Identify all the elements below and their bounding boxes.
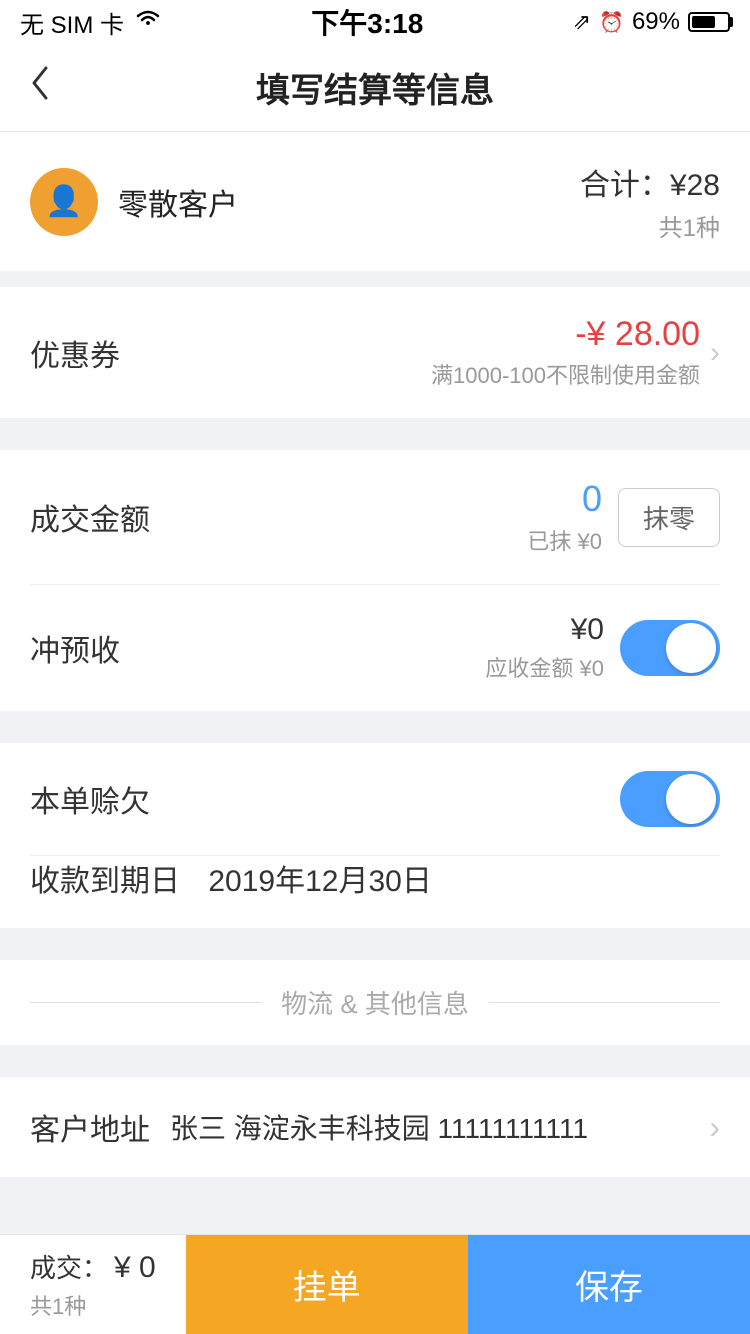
coupon-amount: -¥ 28.00 <box>431 315 700 354</box>
prepay-row: 冲预收 ¥0 应收金额 ¥0 <box>30 585 720 711</box>
debt-toggle[interactable] <box>620 771 720 827</box>
status-left: 无 SIM 卡 <box>20 5 162 40</box>
address-section: 客户地址 张三 海淀永丰科技园 11111111111 › <box>0 1077 750 1177</box>
customer-section: 👤 零散客户 合计：¥28 共1种 <box>0 132 750 271</box>
bottom-count: 共1种 <box>30 1289 156 1321</box>
battery-percentage: 69% <box>632 8 680 36</box>
prepay-toggle[interactable] <box>620 620 720 676</box>
amount-value[interactable]: 0 <box>582 478 602 520</box>
customer-count: 共1种 <box>580 208 720 243</box>
back-button[interactable] <box>30 66 50 109</box>
toggle-thumb <box>666 623 716 673</box>
wifi-icon <box>134 8 162 36</box>
debt-section: 本单赊欠 收款到期日 2019年12月30日 <box>0 743 750 928</box>
coupon-row[interactable]: 优惠券 -¥ 28.00 满1000-100不限制使用金额 › <box>0 287 750 418</box>
nav-bar: 填写结算等信息 <box>0 44 750 132</box>
customer-name: 零散客户 <box>118 180 238 224</box>
section-gap-4 <box>0 1061 750 1077</box>
customer-total: 合计：¥28 <box>580 160 720 204</box>
coupon-label: 优惠券 <box>30 331 120 375</box>
status-bar: 无 SIM 卡 下午3:18 ⇗ ⏰ 69% <box>0 0 750 44</box>
logistics-section: 物流 & 其他信息 <box>0 960 750 1045</box>
avatar: 👤 <box>30 168 98 236</box>
section-gap-1 <box>0 434 750 450</box>
address-chevron-icon: › <box>709 1109 720 1146</box>
prepay-label: 冲预收 <box>30 626 120 670</box>
section-gap-2 <box>0 727 750 743</box>
chevron-right-icon: › <box>710 336 720 370</box>
debt-row: 本单赊欠 <box>0 743 750 855</box>
avatar-icon: 👤 <box>45 184 82 219</box>
save-button[interactable]: 保存 <box>468 1235 750 1334</box>
amount-label: 成交金额 <box>30 495 150 539</box>
status-right: ⇗ ⏰ 69% <box>573 8 730 36</box>
transaction-amount-row: 成交金额 0 已抹 ¥0 抹零 <box>30 450 720 585</box>
deal-amount: ¥ 0 <box>114 1251 156 1285</box>
customer-row: 👤 零散客户 合计：¥28 共1种 <box>0 132 750 271</box>
battery-icon <box>688 12 730 32</box>
due-date-row: 收款到期日 2019年12月30日 <box>0 856 750 928</box>
alarm-icon: ⏰ <box>599 10 624 35</box>
bottom-buttons: 挂单 保存 <box>186 1235 750 1334</box>
page-title: 填写结算等信息 <box>256 63 494 112</box>
prepay-amount: ¥0 <box>571 613 604 647</box>
carrier-text: 无 SIM 卡 <box>20 5 124 40</box>
location-icon: ⇗ <box>573 9 591 35</box>
status-time: 下午3:18 <box>311 2 423 42</box>
prepay-receivable: 应收金额 ¥0 <box>485 651 604 683</box>
section-gap-3 <box>0 944 750 960</box>
hold-button[interactable]: 挂单 <box>186 1235 468 1334</box>
due-date-value: 2019年12月30日 <box>208 865 431 898</box>
bottom-info: 成交： ¥ 0 共1种 <box>0 1248 186 1321</box>
debt-label: 本单赊欠 <box>30 777 150 821</box>
deal-label: 成交： <box>30 1248 108 1285</box>
rounded-text: 已抹 ¥0 <box>527 524 602 556</box>
address-row[interactable]: 客户地址 张三 海淀永丰科技园 11111111111 › <box>0 1077 750 1177</box>
coupon-section: 优惠券 -¥ 28.00 满1000-100不限制使用金额 › <box>0 287 750 418</box>
address-value: 张三 海淀永丰科技园 11111111111 <box>170 1107 709 1147</box>
coupon-desc: 满1000-100不限制使用金额 <box>431 358 700 390</box>
bottom-bar: 成交： ¥ 0 共1种 挂单 保存 <box>0 1234 750 1334</box>
debt-toggle-thumb <box>666 774 716 824</box>
logistics-title: 物流 & 其他信息 <box>261 984 489 1021</box>
due-date-label: 收款到期日 <box>30 865 180 898</box>
address-label: 客户地址 <box>30 1105 150 1149</box>
round-button[interactable]: 抹零 <box>618 488 720 547</box>
transaction-section: 成交金额 0 已抹 ¥0 抹零 冲预收 ¥0 应收金额 ¥0 <box>0 450 750 711</box>
logistics-header: 物流 & 其他信息 <box>0 960 750 1045</box>
